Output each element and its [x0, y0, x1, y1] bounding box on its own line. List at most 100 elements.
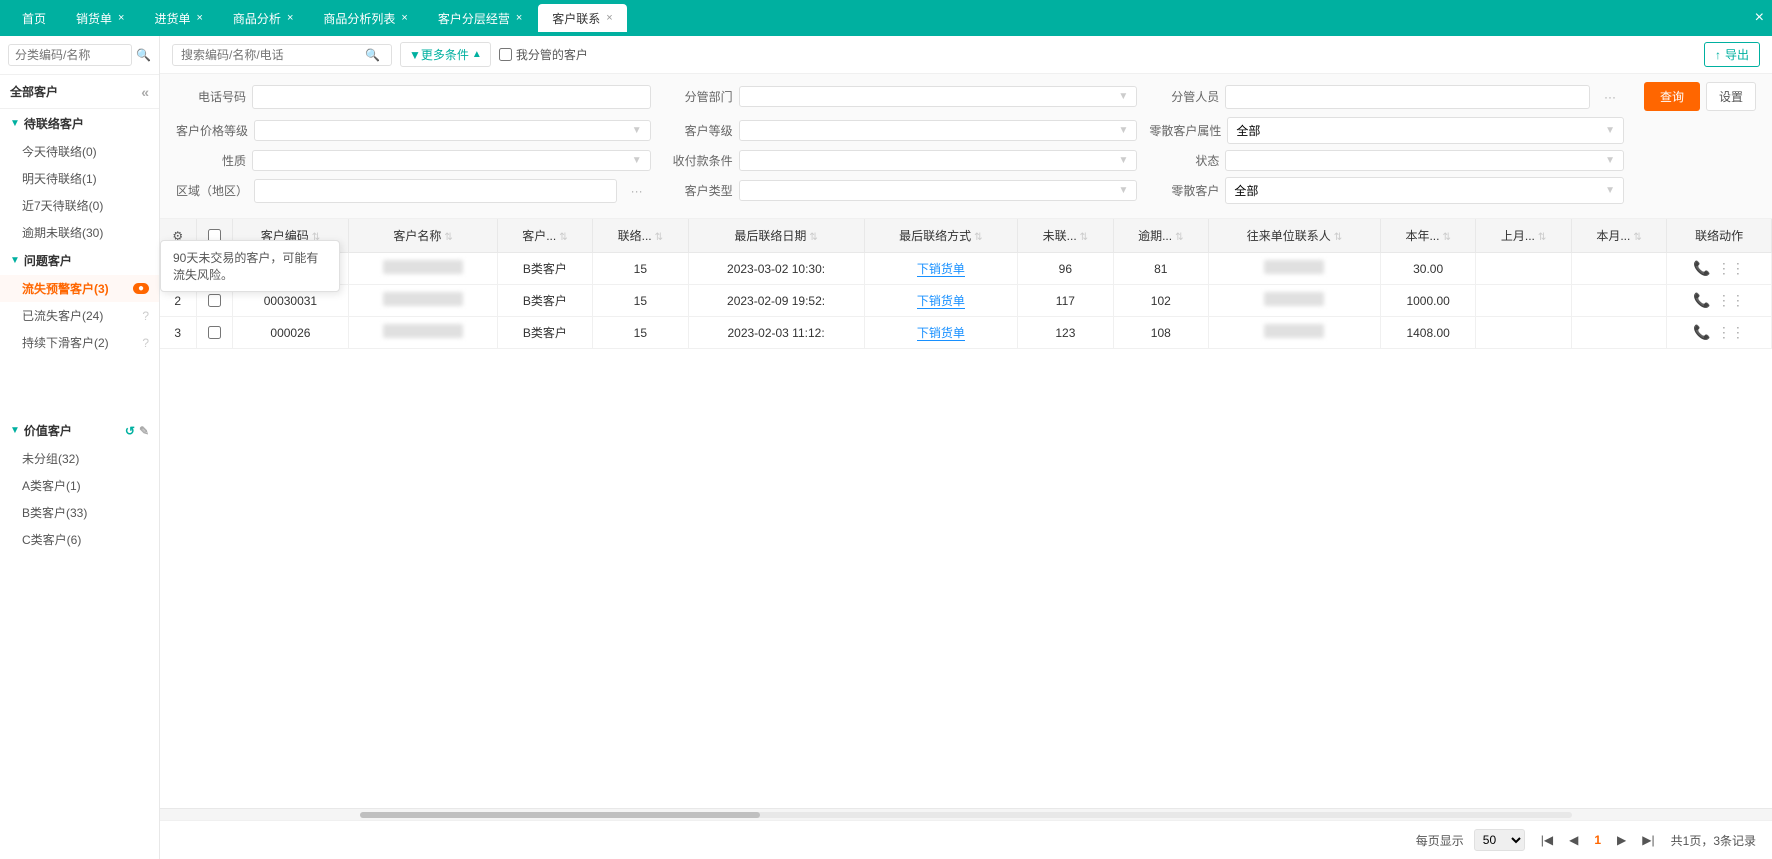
- customer-level-select[interactable]: ▼: [739, 120, 1138, 141]
- tab-customer-contact[interactable]: 客户联系 ×: [538, 4, 626, 32]
- tab-analysis-list-close[interactable]: ×: [401, 12, 407, 24]
- sidebar-item-c-class[interactable]: C类客户(6): [0, 526, 159, 553]
- row-last-date: 2023-03-02 10:30:: [688, 253, 864, 285]
- payment-select[interactable]: ▼: [739, 150, 1138, 171]
- retail-attr-select[interactable]: 全部 ▼: [1227, 117, 1624, 144]
- col-unit-contact: 往来单位联系人⇅: [1209, 219, 1381, 253]
- sidebar-group-pending[interactable]: ▼ 待联络客户: [0, 109, 159, 138]
- h-scrollbar-track[interactable]: [360, 812, 1572, 818]
- action-phone-icon[interactable]: 📞: [1693, 292, 1710, 309]
- customer-type-label: 客户类型: [663, 182, 733, 199]
- sidebar-item-b-class[interactable]: B类客户(33): [0, 499, 159, 526]
- sort-unit-contact[interactable]: ⇅: [1334, 232, 1342, 243]
- export-btn[interactable]: ↑ 导出: [1704, 42, 1760, 67]
- sidebar-collapse-icon[interactable]: «: [141, 84, 149, 100]
- tab-customer-layer[interactable]: 客户分层经营 ×: [424, 4, 536, 32]
- sidebar: 🔍 全部客户 « ▼ 待联络客户 今天待联络(0) 明天待联络(1) 近7天待联…: [0, 36, 160, 859]
- row-last-way-link[interactable]: 下销货单: [917, 262, 965, 277]
- sidebar-group-problem[interactable]: ▼ 问题客户: [0, 246, 159, 275]
- page-prev[interactable]: ◀: [1563, 831, 1584, 849]
- churned-question-icon[interactable]: ?: [142, 309, 149, 323]
- sidebar-item-today[interactable]: 今天待联络(0): [0, 138, 159, 165]
- row-last-way-link[interactable]: 下销货单: [917, 326, 965, 341]
- tab-customer-layer-close[interactable]: ×: [516, 12, 522, 24]
- tab-purchase[interactable]: 进货单 ×: [140, 4, 216, 32]
- sidebar-item-overdue[interactable]: 逾期未联络(30): [0, 219, 159, 246]
- search-input[interactable]: [181, 48, 361, 62]
- query-btn[interactable]: 查询: [1644, 82, 1700, 111]
- tab-analysis-list[interactable]: 商品分析列表 ×: [309, 4, 421, 32]
- region-input[interactable]: [254, 179, 617, 203]
- manager-more[interactable]: ···: [1596, 90, 1624, 104]
- page-last[interactable]: ▶|: [1636, 831, 1660, 849]
- tab-analysis-label: 商品分析: [233, 10, 281, 27]
- tab-analysis[interactable]: 商品分析 ×: [219, 4, 307, 32]
- sidebar-group-value[interactable]: ▼ 价值客户 ↺ ✎: [0, 416, 159, 445]
- sort-last-way[interactable]: ⇅: [974, 232, 982, 243]
- retail-customer-select[interactable]: 全部 ▼: [1225, 177, 1624, 204]
- page-size-select[interactable]: 50 20 100: [1474, 829, 1525, 851]
- sort-this-year[interactable]: ⇅: [1442, 232, 1450, 243]
- sort-name[interactable]: ⇅: [444, 232, 452, 243]
- sidebar-item-7days[interactable]: 近7天待联络(0): [0, 192, 159, 219]
- phone-input[interactable]: [252, 85, 651, 109]
- tab-sales-close[interactable]: ×: [118, 12, 124, 24]
- setting-btn[interactable]: 设置: [1706, 82, 1756, 111]
- window-close-button[interactable]: ×: [1755, 9, 1764, 27]
- sort-type[interactable]: ⇅: [559, 232, 567, 243]
- action-phone-icon[interactable]: 📞: [1693, 260, 1710, 277]
- sidebar-search-input[interactable]: [8, 44, 132, 66]
- status-select[interactable]: ▼: [1225, 150, 1624, 171]
- search-submit-icon[interactable]: 🔍: [365, 48, 380, 62]
- sort-overdue[interactable]: ⇅: [1175, 232, 1183, 243]
- h-scrollbar[interactable]: [160, 808, 1772, 820]
- value-refresh-icon[interactable]: ↺: [125, 424, 135, 438]
- phone-label: 电话号码: [176, 88, 246, 105]
- sort-this-month[interactable]: ⇅: [1633, 232, 1641, 243]
- payment-arrow: ▼: [1118, 155, 1128, 166]
- action-phone-icon[interactable]: 📞: [1693, 324, 1710, 341]
- row-select-checkbox[interactable]: [208, 326, 221, 339]
- table-row: 3 000026 B类客户 15 2023-02-03 11:12: 下销货单 …: [160, 317, 1772, 349]
- tab-customer-contact-close[interactable]: ×: [606, 12, 612, 24]
- sidebar-item-declining[interactable]: 持续下滑客户(2) ?: [0, 329, 159, 356]
- retail-customer-label: 零散客户: [1149, 182, 1219, 199]
- table-row: 2 00030031 B类客户 15 2023-02-09 19:52: 下销货…: [160, 285, 1772, 317]
- sort-no-contact[interactable]: ⇅: [1080, 232, 1088, 243]
- manager-input[interactable]: [1225, 85, 1590, 109]
- tab-home[interactable]: 首页: [8, 4, 60, 32]
- sidebar-root-label: 全部客户: [10, 83, 58, 100]
- tab-analysis-close[interactable]: ×: [287, 12, 293, 24]
- tab-sales[interactable]: 销货单 ×: [62, 4, 138, 32]
- sidebar-item-churn-warning[interactable]: 流失预警客户(3) ●: [0, 275, 159, 302]
- sidebar-item-a-class[interactable]: A类客户(1): [0, 472, 159, 499]
- filter-actions: 查询 设置: [1644, 82, 1756, 111]
- sort-last-month[interactable]: ⇅: [1538, 232, 1546, 243]
- sidebar-item-ungroup[interactable]: 未分组(32): [0, 445, 159, 472]
- action-more-icon[interactable]: ⋮⋮: [1717, 292, 1745, 309]
- nature-select[interactable]: ▼: [252, 150, 651, 171]
- tab-purchase-close[interactable]: ×: [196, 12, 202, 24]
- customer-type-select[interactable]: ▼: [739, 180, 1138, 201]
- price-level-select[interactable]: ▼: [254, 120, 651, 141]
- sort-last-date[interactable]: ⇅: [809, 232, 817, 243]
- sort-contact[interactable]: ⇅: [655, 232, 663, 243]
- my-customers-checkbox[interactable]: [499, 48, 512, 61]
- dept-select[interactable]: ▼: [739, 86, 1138, 107]
- sidebar-item-churned[interactable]: 已流失客户(24) ?: [0, 302, 159, 329]
- region-more[interactable]: ···: [623, 184, 651, 198]
- my-customers-label[interactable]: 我分管的客户: [499, 46, 588, 63]
- value-edit-icon[interactable]: ✎: [139, 424, 149, 438]
- filter-btn[interactable]: ▼ 更多条件 ▲: [400, 42, 491, 67]
- action-more-icon[interactable]: ⋮⋮: [1717, 324, 1745, 341]
- h-scrollbar-thumb[interactable]: [360, 812, 760, 818]
- row-last-way-link[interactable]: 下销货单: [917, 294, 965, 309]
- action-more-icon[interactable]: ⋮⋮: [1717, 260, 1745, 277]
- dept-arrow: ▼: [1118, 91, 1128, 102]
- declining-question-icon[interactable]: ?: [142, 336, 149, 350]
- page-next[interactable]: ▶: [1611, 831, 1632, 849]
- sidebar-item-tomorrow[interactable]: 明天待联络(1): [0, 165, 159, 192]
- sidebar-search-icon[interactable]: 🔍: [136, 48, 151, 62]
- page-first[interactable]: |◀: [1535, 831, 1559, 849]
- row-select-checkbox[interactable]: [208, 294, 221, 307]
